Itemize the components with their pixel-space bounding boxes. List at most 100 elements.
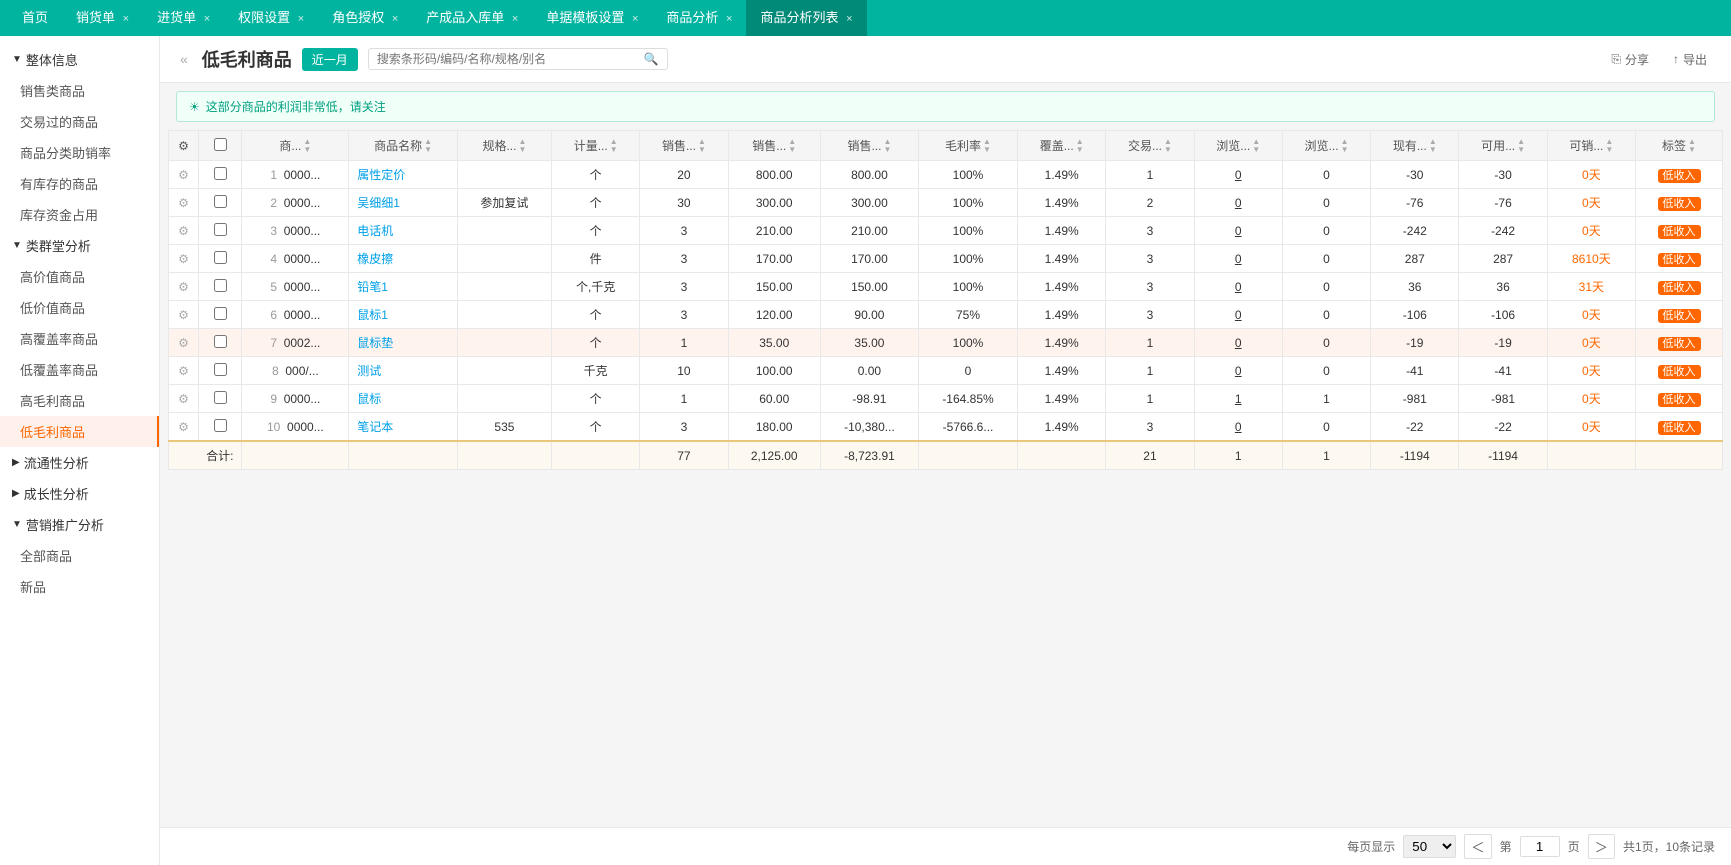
browse1-link[interactable]: 0 <box>1235 336 1242 350</box>
cell-name[interactable]: 铅笔1 <box>349 273 458 301</box>
th-sellable[interactable]: 可销... ▲▼ <box>1547 131 1635 161</box>
th-code[interactable]: 商... ▲▼ <box>242 131 349 161</box>
cell-name[interactable]: 属性定价 <box>349 161 458 189</box>
select-all-checkbox[interactable] <box>214 138 227 151</box>
row-checkbox[interactable] <box>214 419 227 432</box>
export-button[interactable]: ↑ 导出 <box>1665 48 1715 71</box>
sidebar-item-low-value[interactable]: 低价值商品 <box>0 292 159 323</box>
sidebar-item-in-stock[interactable]: 有库存的商品 <box>0 168 159 199</box>
page-size-select[interactable]: 50 100 200 <box>1403 835 1456 858</box>
cell-browse1[interactable]: 0 <box>1194 357 1282 385</box>
sidebar-item-low-coverage[interactable]: 低覆盖率商品 <box>0 354 159 385</box>
row-gear-icon[interactable]: ⚙ <box>178 252 189 266</box>
search-icon[interactable]: 🔍 <box>644 52 659 66</box>
th-name[interactable]: 商品名称 ▲▼ <box>349 131 458 161</box>
th-sales-qty[interactable]: 销售... ▲▼ <box>640 131 728 161</box>
th-current[interactable]: 现有... ▲▼ <box>1371 131 1459 161</box>
row-checkbox[interactable] <box>214 391 227 404</box>
search-input[interactable] <box>377 52 640 66</box>
sidebar-item-high-margin[interactable]: 高毛利商品 <box>0 385 159 416</box>
browse1-link[interactable]: 1 <box>1235 392 1242 406</box>
cell-browse1[interactable]: 1 <box>1194 385 1282 413</box>
browse1-link[interactable]: 0 <box>1235 168 1242 182</box>
close-templates-icon[interactable]: × <box>632 13 638 25</box>
th-browse2[interactable]: 浏览... ▲▼ <box>1282 131 1370 161</box>
close-analysis-icon[interactable]: × <box>726 13 732 25</box>
cell-browse1[interactable]: 0 <box>1194 189 1282 217</box>
nav-sales[interactable]: 销货单 × <box>62 0 143 36</box>
cell-name[interactable]: 鼠标 <box>349 385 458 413</box>
row-gear-icon[interactable]: ⚙ <box>178 168 189 182</box>
close-permissions-icon[interactable]: × <box>298 13 304 25</box>
th-sales-price[interactable]: 销售... ▲▼ <box>728 131 820 161</box>
sidebar-group-overall[interactable]: ▼ 整体信息 <box>0 44 159 75</box>
row-checkbox[interactable] <box>214 307 227 320</box>
sidebar-item-stock-capital[interactable]: 库存资金占用 <box>0 199 159 230</box>
nav-purchase[interactable]: 进货单 × <box>143 0 224 36</box>
nav-templates[interactable]: 单据模板设置 × <box>532 0 652 36</box>
browse1-link[interactable]: 0 <box>1235 364 1242 378</box>
table-container[interactable]: ⚙ 商... ▲▼ 商品名称 ▲▼ 规格... ▲▼ 计量... ▲▼ 销售..… <box>160 130 1731 827</box>
th-tag[interactable]: 标签 ▲▼ <box>1636 131 1723 161</box>
cell-browse1[interactable]: 0 <box>1194 413 1282 442</box>
cell-browse1[interactable]: 0 <box>1194 301 1282 329</box>
th-gross-rate[interactable]: 毛利率 ▲▼ <box>918 131 1017 161</box>
cell-browse1[interactable]: 0 <box>1194 273 1282 301</box>
cell-name[interactable]: 测试 <box>349 357 458 385</box>
th-spec[interactable]: 规格... ▲▼ <box>457 131 551 161</box>
row-checkbox[interactable] <box>214 335 227 348</box>
nav-product-analysis[interactable]: 商品分析 × <box>652 0 746 36</box>
share-button[interactable]: ⎘ 分享 <box>1603 48 1657 71</box>
sidebar-group-marketing[interactable]: ▼ 营销推广分析 <box>0 509 159 540</box>
prev-page-button[interactable]: ＜ <box>1464 834 1491 859</box>
row-gear-icon[interactable]: ⚙ <box>178 308 189 322</box>
collapse-sidebar-button[interactable]: « <box>176 49 192 69</box>
close-analysis-list-icon[interactable]: × <box>846 13 852 25</box>
row-gear-icon[interactable]: ⚙ <box>178 364 189 378</box>
cell-name[interactable]: 笔记本 <box>349 413 458 442</box>
browse1-link[interactable]: 0 <box>1235 224 1242 238</box>
close-products-icon[interactable]: × <box>512 13 518 25</box>
th-cover-rate[interactable]: 覆盖... ▲▼ <box>1018 131 1106 161</box>
browse1-link[interactable]: 0 <box>1235 280 1242 294</box>
sidebar-item-category-rate[interactable]: 商品分类助销率 <box>0 137 159 168</box>
row-gear-icon[interactable]: ⚙ <box>178 280 189 294</box>
cell-browse1[interactable]: 0 <box>1194 217 1282 245</box>
browse1-link[interactable]: 0 <box>1235 308 1242 322</box>
th-sales-amount[interactable]: 销售... ▲▼ <box>820 131 918 161</box>
sidebar-group-growth[interactable]: ▶ 成长性分析 <box>0 478 159 509</box>
row-gear-icon[interactable]: ⚙ <box>178 196 189 210</box>
close-purchase-icon[interactable]: × <box>204 13 210 25</box>
cell-name[interactable]: 鼠标垫 <box>349 329 458 357</box>
cell-name[interactable]: 吴细细1 <box>349 189 458 217</box>
nav-permissions[interactable]: 权限设置 × <box>224 0 318 36</box>
row-checkbox[interactable] <box>214 167 227 180</box>
nav-home[interactable]: 首页 <box>8 0 62 36</box>
th-available[interactable]: 可用... ▲▼ <box>1459 131 1547 161</box>
browse1-link[interactable]: 0 <box>1235 420 1242 434</box>
row-checkbox[interactable] <box>214 195 227 208</box>
th-trade[interactable]: 交易... ▲▼ <box>1106 131 1194 161</box>
sidebar-group-liquidity[interactable]: ▶ 流通性分析 <box>0 447 159 478</box>
next-page-button[interactable]: ＞ <box>1588 834 1615 859</box>
period-button[interactable]: 近一月 <box>302 48 358 71</box>
sidebar-item-low-margin[interactable]: 低毛利商品 <box>0 416 159 447</box>
close-sales-icon[interactable]: × <box>123 13 129 25</box>
row-gear-icon[interactable]: ⚙ <box>178 336 189 350</box>
sidebar-item-sales-products[interactable]: 销售类商品 <box>0 75 159 106</box>
gear-icon[interactable]: ⚙ <box>178 139 189 153</box>
sidebar-item-new-products[interactable]: 新品 <box>0 571 159 602</box>
row-gear-icon[interactable]: ⚙ <box>178 420 189 434</box>
cell-name[interactable]: 鼠标1 <box>349 301 458 329</box>
cell-name[interactable]: 橡皮擦 <box>349 245 458 273</box>
row-gear-icon[interactable]: ⚙ <box>178 224 189 238</box>
th-unit[interactable]: 计量... ▲▼ <box>552 131 640 161</box>
sidebar-group-cluster[interactable]: ▼ 类群堂分析 <box>0 230 159 261</box>
sidebar-item-high-coverage[interactable]: 高覆盖率商品 <box>0 323 159 354</box>
sidebar-item-all-products[interactable]: 全部商品 <box>0 540 159 571</box>
row-checkbox[interactable] <box>214 279 227 292</box>
row-checkbox[interactable] <box>214 251 227 264</box>
sidebar-item-traded-products[interactable]: 交易过的商品 <box>0 106 159 137</box>
sidebar-item-high-value[interactable]: 高价值商品 <box>0 261 159 292</box>
cell-browse1[interactable]: 0 <box>1194 161 1282 189</box>
